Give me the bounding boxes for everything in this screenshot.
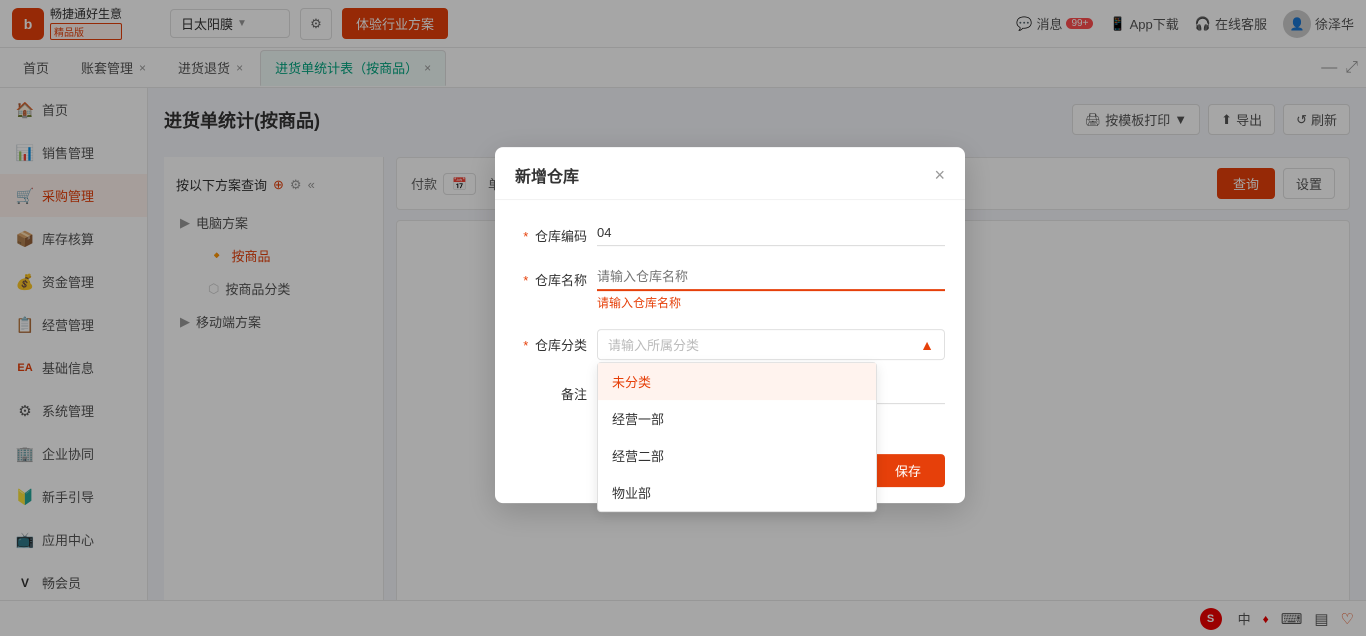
category-label: * 仓库分类 <box>515 329 587 354</box>
category-dropdown-arrow: ▲ <box>920 337 934 353</box>
dropdown-option-uncategorized[interactable]: 未分类 <box>598 363 876 400</box>
code-input[interactable] <box>597 220 945 246</box>
code-label: * 仓库编码 <box>515 220 587 245</box>
category-placeholder: 请输入所属分类 <box>608 335 699 354</box>
code-required-star: * <box>523 229 528 244</box>
name-field-col: 请输入仓库名称 <box>597 264 945 311</box>
code-field-row: * 仓库编码 <box>515 220 945 246</box>
dialog-header: 新增仓库 × <box>495 147 965 200</box>
category-field-row: * 仓库分类 请输入所属分类 ▲ 未分类 经营一部 经营二部 物业部 <box>515 329 945 360</box>
dialog-title: 新增仓库 <box>515 163 579 187</box>
name-required-star: * <box>523 273 528 288</box>
dropdown-option-property[interactable]: 物业部 <box>598 474 876 511</box>
remark-label: 备注 <box>515 378 587 403</box>
category-field-col: 请输入所属分类 ▲ 未分类 经营一部 经营二部 物业部 <box>597 329 945 360</box>
code-field-col <box>597 220 945 246</box>
category-required-star: * <box>523 338 528 353</box>
name-label: * 仓库名称 <box>515 264 587 289</box>
dialog-close-button[interactable]: × <box>934 165 945 186</box>
dropdown-option-dept2[interactable]: 经营二部 <box>598 437 876 474</box>
new-warehouse-dialog: 新增仓库 × * 仓库编码 * 仓库名称 请输入仓库名称 <box>495 147 965 503</box>
category-dropdown[interactable]: 请输入所属分类 ▲ <box>597 329 945 360</box>
save-button[interactable]: 保存 <box>871 454 945 487</box>
name-error-msg: 请输入仓库名称 <box>597 294 945 311</box>
category-dropdown-list: 未分类 经营一部 经营二部 物业部 <box>597 362 877 512</box>
dropdown-option-dept1[interactable]: 经营一部 <box>598 400 876 437</box>
dialog-body: * 仓库编码 * 仓库名称 请输入仓库名称 * 仓库分类 <box>495 200 965 442</box>
name-input[interactable] <box>597 264 945 291</box>
name-field-row: * 仓库名称 请输入仓库名称 <box>515 264 945 311</box>
